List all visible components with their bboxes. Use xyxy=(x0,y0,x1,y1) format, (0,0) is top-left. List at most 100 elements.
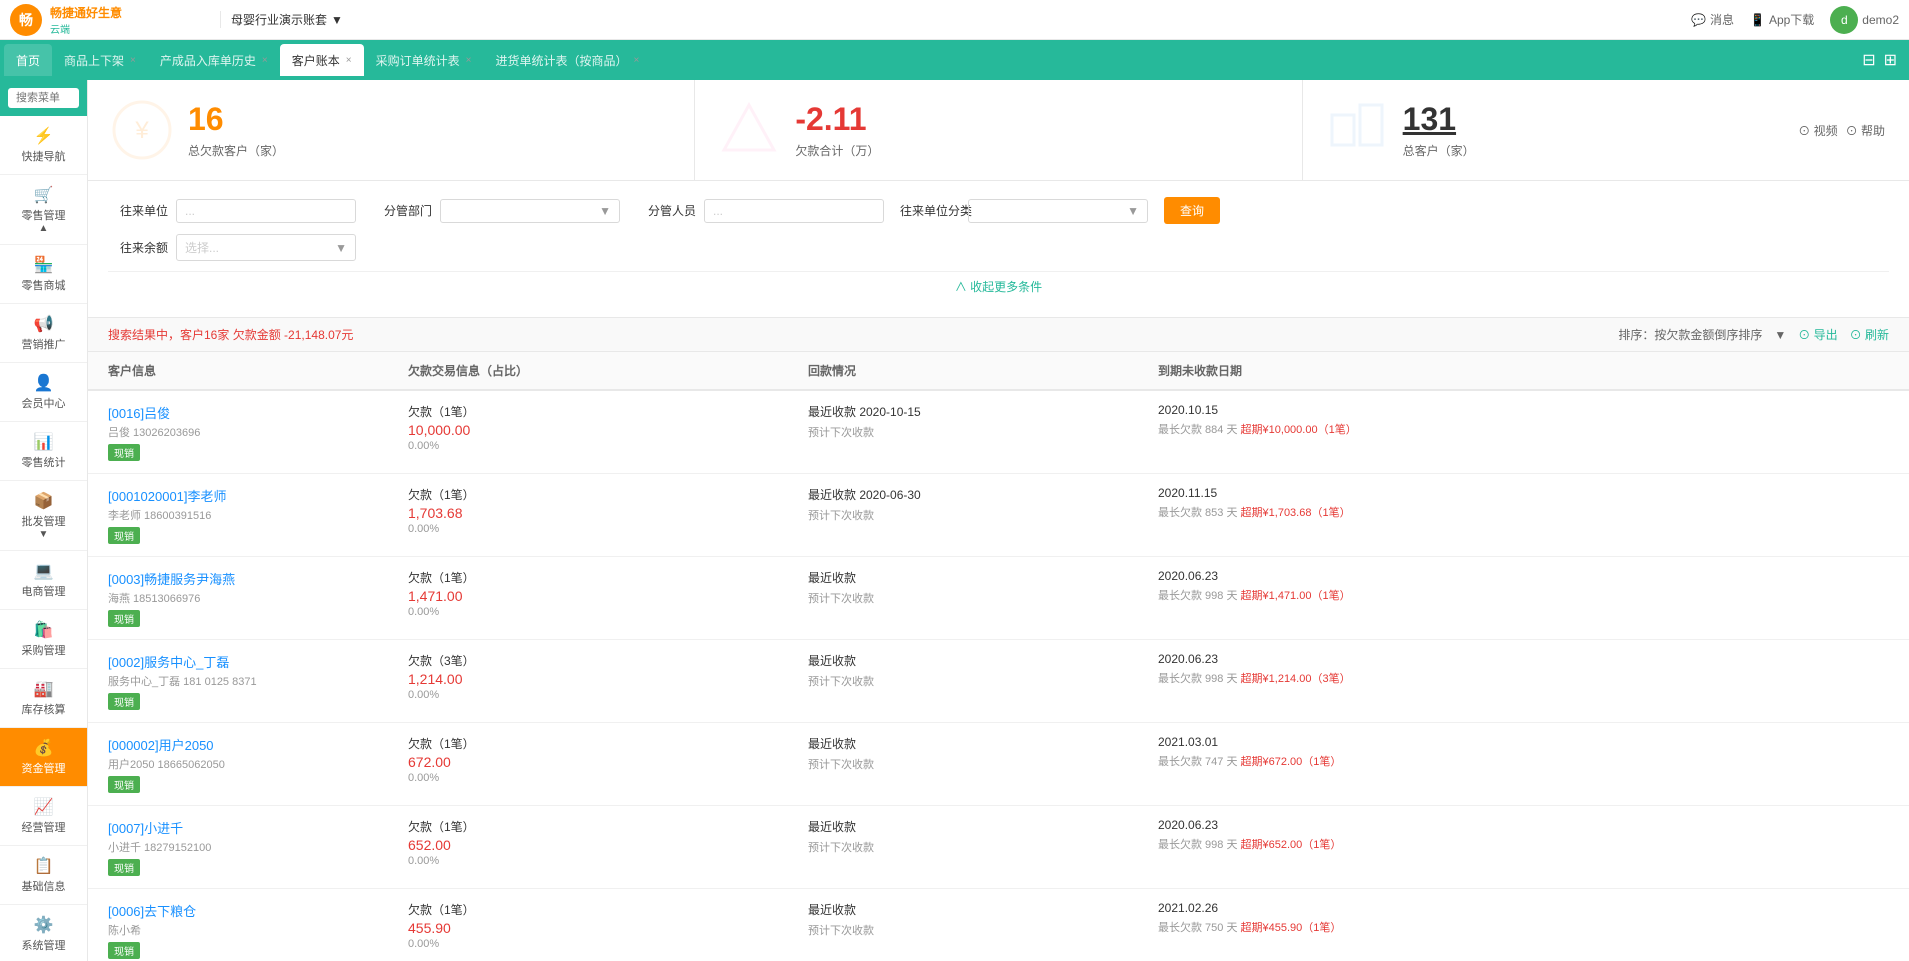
table-row: [0003]畅捷服务尹海燕 海燕 18513066976 现销 欠款（1笔） 1… xyxy=(88,557,1909,640)
sidebar-item-basic-info[interactable]: 📋 基础信息 xyxy=(0,846,87,905)
tab-close-customer-account[interactable]: × xyxy=(346,55,352,66)
sidebar-item-system[interactable]: ⚙️ 系统管理 xyxy=(0,905,87,961)
table-row: [000002]用户2050 用户2050 18665062050 现销 欠款（… xyxy=(88,723,1909,806)
col-header-overdue: 到期未收款日期 xyxy=(1158,362,1889,379)
customer-tag: 现销 xyxy=(108,527,140,544)
tab-minimize-icon[interactable]: ⊟ xyxy=(1862,50,1875,70)
basic-info-icon: 📋 xyxy=(6,856,81,876)
tab-product-shelf[interactable]: 商品上下架 × xyxy=(52,44,148,76)
source-unit-input[interactable]: ... xyxy=(176,199,356,223)
tab-close-product-shelf[interactable]: × xyxy=(130,55,136,66)
user-avatar: d xyxy=(1830,6,1858,34)
return-cell: 最近收款 预计下次收款 xyxy=(808,818,1158,855)
system-icon: ⚙️ xyxy=(6,915,81,935)
customer-contact: 陈小希 xyxy=(108,922,408,938)
sidebar-item-retail-stats[interactable]: 📊 零售统计 xyxy=(0,422,87,481)
tab-maximize-icon[interactable]: ⊞ xyxy=(1884,50,1897,70)
message-button[interactable]: 💬 消息 xyxy=(1691,11,1734,28)
help-button[interactable]: ⊙ 帮助 xyxy=(1846,122,1885,139)
col-header-debt: 欠款交易信息（占比） xyxy=(408,362,808,379)
sidebar-item-finance[interactable]: 💰 资金管理 xyxy=(0,728,87,787)
unit-type-label: 往来单位分类 xyxy=(900,202,960,219)
app-download-button[interactable]: 📱 App下载 xyxy=(1750,11,1814,28)
user-profile[interactable]: d demo2 xyxy=(1830,6,1899,34)
debt-cell: 欠款（1笔） 1,471.00 0.00% xyxy=(408,569,808,618)
customer-contact: 服务中心_丁磊 181 0125 8371 xyxy=(108,673,408,689)
sidebar-item-ecommerce[interactable]: 💻 电商管理 xyxy=(0,551,87,610)
sidebar-item-stock[interactable]: 🏭 库存核算 xyxy=(0,669,87,728)
sidebar-item-quick-nav[interactable]: ⚡ 快捷导航 xyxy=(0,116,87,175)
unit-type-select-arrow: ▼ xyxy=(1127,204,1139,218)
tab-production-history[interactable]: 产成品入库单历史 × xyxy=(148,44,280,76)
refresh-button[interactable]: ⊙ 刷新 xyxy=(1850,326,1889,343)
sidebar-item-batch-mgmt[interactable]: 📦 批发管理 ▼ xyxy=(0,481,87,551)
overdue-link[interactable]: 超期¥1,471.00（1笔） xyxy=(1241,590,1351,602)
total-customers-icon xyxy=(1327,100,1387,160)
overdue-link[interactable]: 超期¥1,703.68（1笔） xyxy=(1241,507,1351,519)
overdue-cell: 2020.11.15 最长欠款 853 天 超期¥1,703.68（1笔） xyxy=(1158,486,1889,520)
quick-nav-icon: ⚡ xyxy=(6,126,81,146)
balance-select[interactable]: 选择... ▼ xyxy=(176,234,356,261)
return-cell: 最近收款 预计下次收款 xyxy=(808,569,1158,606)
export-button[interactable]: ⊙ 导出 xyxy=(1798,326,1837,343)
person-input[interactable]: ... xyxy=(704,199,884,223)
overdue-link[interactable]: 超期¥10,000.00（1笔） xyxy=(1241,424,1357,436)
table-row: [0007]小进千 小进千 18279152100 现销 欠款（1笔） 652.… xyxy=(88,806,1909,889)
tab-customer-account[interactable]: 客户账本 × xyxy=(280,44,364,76)
tab-close-production-history[interactable]: × xyxy=(262,55,268,66)
overdue-link[interactable]: 超期¥652.00（1笔） xyxy=(1241,839,1342,851)
overdue-link[interactable]: 超期¥1,214.00（3笔） xyxy=(1241,673,1351,685)
sidebar-item-business[interactable]: 📈 经营管理 xyxy=(0,787,87,846)
dept-select[interactable]: ▼ xyxy=(440,199,620,223)
stat-info-total-customers: 131 总客户（家） xyxy=(1403,101,1475,159)
tab-purchase-order[interactable]: 采购订单统计表 × xyxy=(364,44,484,76)
debt-customers-icon: ¥ xyxy=(112,100,172,160)
sort-arrow-icon[interactable]: ▼ xyxy=(1774,328,1786,342)
debt-cell: 欠款（1笔） 652.00 0.00% xyxy=(408,818,808,867)
overdue-link[interactable]: 超期¥672.00（1笔） xyxy=(1241,756,1342,768)
sidebar-item-retail-mall[interactable]: 🏪 零售商城 xyxy=(0,245,87,304)
sidebar-nav: ⚡ 快捷导航 🛒 零售管理 ▲ 🏪 零售商城 📢 营销推广 👤 会员中心 � xyxy=(0,116,87,961)
sidebar-item-marketing[interactable]: 📢 营销推广 xyxy=(0,304,87,363)
balance-select-arrow: ▼ xyxy=(335,241,347,255)
unit-type-select[interactable]: ▼ xyxy=(968,199,1148,223)
sidebar-item-retail-mgmt[interactable]: 🛒 零售管理 ▲ xyxy=(0,175,87,245)
data-table: 客户信息 欠款交易信息（占比） 回款情况 到期未收款日期 [0016]吕俊 吕俊… xyxy=(88,352,1909,961)
sort-label: 排序：按欠款金额倒序排序 xyxy=(1618,326,1762,343)
tab-close-stock-stats[interactable]: × xyxy=(633,55,639,66)
video-help-button[interactable]: ⊙ 视频 xyxy=(1798,122,1837,139)
customer-name-link[interactable]: [000002]用户2050 xyxy=(108,735,408,754)
customer-name-link[interactable]: [0003]畅捷服务尹海燕 xyxy=(108,569,408,588)
stock-icon: 🏭 xyxy=(6,679,81,699)
tab-stock-stats[interactable]: 进货单统计表（按商品） × xyxy=(483,44,651,76)
batch-mgmt-expand-icon: ▼ xyxy=(6,529,81,540)
search-input[interactable] xyxy=(8,88,79,108)
tab-close-purchase-order[interactable]: × xyxy=(466,55,472,66)
finance-icon: 💰 xyxy=(6,738,81,758)
tab-home[interactable]: 首页 xyxy=(4,44,52,76)
customer-cell: [0016]吕俊 吕俊 13026203696 现销 xyxy=(108,403,408,461)
table-row: [0016]吕俊 吕俊 13026203696 现销 欠款（1笔） 10,000… xyxy=(88,391,1909,474)
batch-mgmt-icon: 📦 xyxy=(6,491,81,511)
col-header-return: 回款情况 xyxy=(808,362,1158,379)
stat-info-debt-total: -2.11 欠款合计（万） xyxy=(795,101,879,159)
debt-cell: 欠款（1笔） 10,000.00 0.00% xyxy=(408,403,808,452)
return-cell: 最近收款 2020-06-30 预计下次收款 xyxy=(808,486,1158,523)
search-button[interactable]: 查询 xyxy=(1164,197,1220,224)
store-selector[interactable]: 母婴行业演示账套 ▼ xyxy=(220,11,357,28)
sidebar-item-purchase[interactable]: 🛍️ 采购管理 xyxy=(0,610,87,669)
overdue-cell: 2020.10.15 最长欠款 884 天 超期¥10,000.00（1笔） xyxy=(1158,403,1889,437)
member-icon: 👤 xyxy=(6,373,81,393)
customer-name-link[interactable]: [0016]吕俊 xyxy=(108,403,408,422)
overdue-cell: 2020.06.23 最长欠款 998 天 超期¥1,214.00（3笔） xyxy=(1158,652,1889,686)
table-row: [0006]去下粮仓 陈小希 现销 欠款（1笔） 455.90 0.00% 最近… xyxy=(88,889,1909,961)
filter-toggle[interactable]: ∧ 收起更多条件 xyxy=(108,271,1889,301)
customer-name-link[interactable]: [0001020001]李老师 xyxy=(108,486,408,505)
overdue-link[interactable]: 超期¥455.90（1笔） xyxy=(1241,922,1342,934)
source-unit-label: 往来单位 xyxy=(108,202,168,219)
customer-name-link[interactable]: [0002]服务中心_丁磊 xyxy=(108,652,408,671)
sidebar-item-member[interactable]: 👤 会员中心 xyxy=(0,363,87,422)
customer-name-link[interactable]: [0007]小进千 xyxy=(108,818,408,837)
stat-label-debt-customers: 总欠款客户（家） xyxy=(188,142,284,159)
customer-name-link[interactable]: [0006]去下粮仓 xyxy=(108,901,408,920)
